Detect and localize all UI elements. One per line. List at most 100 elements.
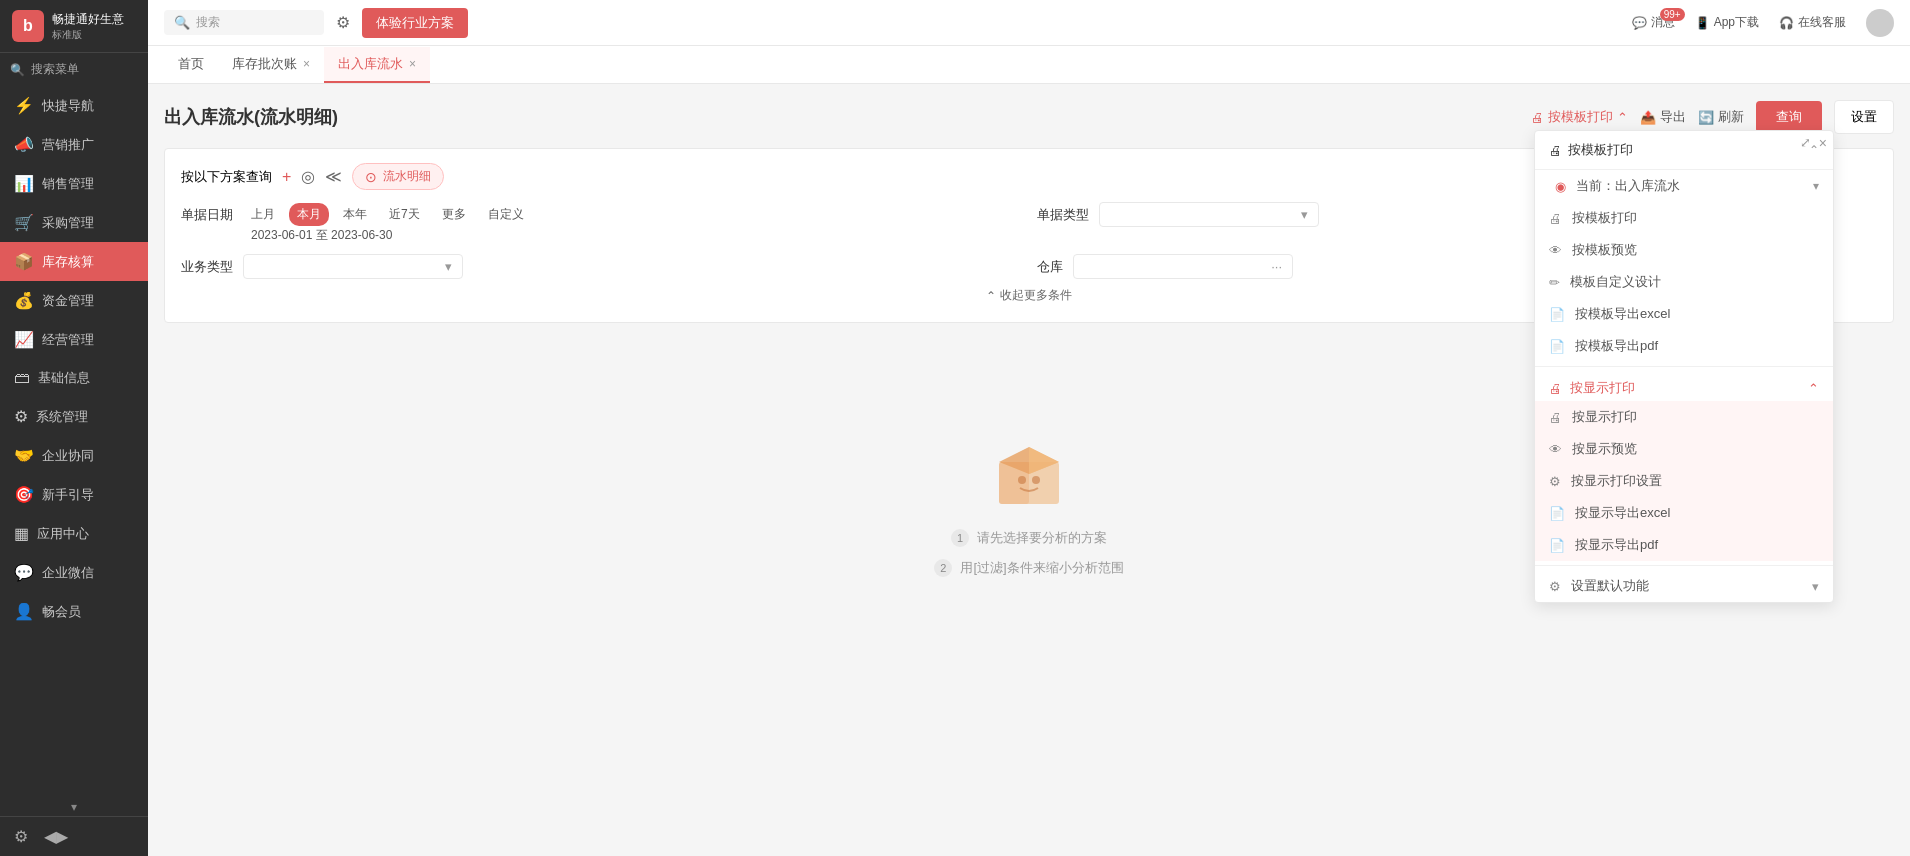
topbar-gear-icon[interactable]: ⚙ (336, 13, 350, 32)
refresh-icon: 🔄 (1698, 110, 1714, 125)
display-settings-label: 按显示打印设置 (1571, 472, 1662, 490)
date-option-current-month[interactable]: 本月 (289, 203, 329, 226)
display-pdf-icon: 📄 (1549, 538, 1565, 553)
print-chevron-up-icon: ⌃ (1617, 110, 1628, 125)
tab-flow[interactable]: 出入库流水 × (324, 47, 430, 83)
sidebar-item-collaboration[interactable]: 🤝 企业协同 (0, 436, 148, 475)
sidebar-item-member[interactable]: 👤 畅会员 (0, 592, 148, 631)
display-preview-item[interactable]: 👁 按显示预览 (1535, 433, 1833, 465)
sidebar-item-inventory[interactable]: 📦 库存核算 (0, 242, 148, 281)
settings-icon[interactable]: ⚙ (14, 827, 28, 846)
empty-box-svg (984, 422, 1074, 512)
sidebar-item-basic-info[interactable]: 🗃 基础信息 (0, 359, 148, 397)
sidebar-item-label: 营销推广 (42, 136, 94, 154)
sidebar-item-label: 基础信息 (38, 369, 90, 387)
sidebar-item-wechat[interactable]: 💬 企业微信 (0, 553, 148, 592)
topbar-message[interactable]: 💬 消息 99+ (1632, 14, 1675, 31)
sidebar-item-finance[interactable]: 💰 资金管理 (0, 281, 148, 320)
sidebar-scroll-down[interactable]: ▾ (0, 798, 148, 816)
date-selector: 上月 本月 本年 近7天 更多 自定义 (243, 203, 532, 226)
set-default-item[interactable]: ⚙ 设置默认功能 ▾ (1535, 570, 1833, 602)
page-title: 出入库流水(流水明细) (164, 105, 338, 129)
sidebar-item-shortcuts[interactable]: ⚡ 快捷导航 (0, 86, 148, 125)
dropdown-template-title-text: 按模板打印 (1568, 141, 1633, 159)
message-badge: 99+ (1660, 8, 1685, 21)
display-excel-icon: 📄 (1549, 506, 1565, 521)
industry-btn[interactable]: 体验行业方案 (362, 8, 468, 38)
filter-tag-label: 流水明细 (383, 168, 431, 185)
template-print-item[interactable]: 🖨 按模板打印 (1535, 202, 1833, 234)
date-option-7days[interactable]: 近7天 (381, 203, 428, 226)
refresh-label: 刷新 (1718, 108, 1744, 126)
empty-step-1: 1 请先选择要分析的方案 (951, 529, 1107, 547)
display-print-item[interactable]: 🖨 按显示打印 (1535, 401, 1833, 433)
step-2-number: 2 (934, 559, 952, 577)
refresh-button[interactable]: 🔄 刷新 (1698, 108, 1744, 126)
sidebar-item-beginner[interactable]: 🎯 新手引导 (0, 475, 148, 514)
sidebar-item-system[interactable]: ⚙ 系统管理 (0, 397, 148, 436)
sidebar-item-purchase[interactable]: 🛒 采购管理 (0, 203, 148, 242)
query-button[interactable]: 查询 (1756, 101, 1822, 133)
template-preview-item[interactable]: 👁 按模板预览 (1535, 234, 1833, 266)
display-settings-item[interactable]: ⚙ 按显示打印设置 (1535, 465, 1833, 497)
settings-button[interactable]: 设置 (1834, 100, 1894, 134)
sidebar-item-operations[interactable]: 📈 经营管理 (0, 320, 148, 359)
print-button[interactable]: 🖨 按模板打印 ⌃ (1531, 108, 1628, 126)
dropdown-template-title: 🖨 按模板打印 (1549, 141, 1633, 159)
filter-doctype-select[interactable]: ▾ (1099, 202, 1319, 227)
dropdown-display-header[interactable]: 🖨 按显示打印 ⌃ (1535, 371, 1833, 401)
filter-business-select[interactable]: ▾ (243, 254, 463, 279)
sidebar-footer: ⚙ ◀▶ (0, 816, 148, 856)
tab-flow-label: 出入库流水 (338, 55, 403, 73)
tab-batch-close-icon[interactable]: × (303, 57, 310, 71)
template-pdf-item[interactable]: 📄 按模板导出pdf (1535, 330, 1833, 362)
topbar: 🔍 搜索 ⚙ 体验行业方案 💬 消息 99+ 📱 App下载 🎧 在线客服 (148, 0, 1910, 46)
tab-flow-close-icon[interactable]: × (409, 57, 416, 71)
filter-warehouse-select[interactable]: ··· (1073, 254, 1293, 279)
topbar-online-service[interactable]: 🎧 在线客服 (1779, 14, 1846, 31)
topbar-search[interactable]: 🔍 搜索 (164, 10, 324, 35)
filter-setting-icon[interactable]: ◎ (301, 167, 315, 186)
online-service-label: 在线客服 (1798, 14, 1846, 31)
tab-batch-account[interactable]: 库存批次账 × (218, 47, 324, 83)
date-option-current-year[interactable]: 本年 (335, 203, 375, 226)
display-excel-item[interactable]: 📄 按显示导出excel (1535, 497, 1833, 529)
warehouse-more-icon: ··· (1271, 259, 1282, 274)
date-range-text: 2023-06-01 至 2023-06-30 (251, 228, 392, 242)
filter-add-icon[interactable]: + (282, 168, 291, 186)
system-icon: ⚙ (14, 407, 28, 426)
sidebar-search[interactable]: 🔍 搜索菜单 (0, 53, 148, 86)
sidebar-item-app-center[interactable]: ▦ 应用中心 (0, 514, 148, 553)
app-download-icon: 📱 (1695, 16, 1710, 30)
filter-doctype-label: 单据类型 (1037, 206, 1089, 224)
export-label: 导出 (1660, 108, 1686, 126)
user-avatar[interactable] (1866, 9, 1894, 37)
sidebar: b 畅捷通好生意 标准版 🔍 搜索菜单 ⚡ 快捷导航 📣 营销推广 📊 销售管理… (0, 0, 148, 856)
template-excel-item[interactable]: 📄 按模板导出excel (1535, 298, 1833, 330)
tabs-bar: 首页 库存批次账 × 出入库流水 × (148, 46, 1910, 84)
current-template-item[interactable]: ◉ 当前：出入库流水 ▾ (1535, 170, 1833, 202)
date-option-custom[interactable]: 自定义 (480, 203, 532, 226)
export-button[interactable]: 📤 导出 (1640, 108, 1686, 126)
sidebar-item-marketing[interactable]: 📣 营销推广 (0, 125, 148, 164)
filter-tag[interactable]: ⊙ 流水明细 (352, 163, 444, 190)
template-design-icon: ✏ (1549, 275, 1560, 290)
panel-expand-icon[interactable]: ⤢ (1800, 135, 1811, 151)
date-option-last-month[interactable]: 上月 (243, 203, 283, 226)
sidebar-item-sales[interactable]: 📊 销售管理 (0, 164, 148, 203)
current-template-arrow: ▾ (1813, 179, 1819, 193)
tab-home[interactable]: 首页 (164, 47, 218, 83)
step-1-text: 请先选择要分析的方案 (977, 529, 1107, 547)
app-name-block: 畅捷通好生意 标准版 (52, 11, 124, 42)
template-print-label: 按模板打印 (1572, 209, 1637, 227)
filter-collapse-icon[interactable]: ≪ (325, 167, 342, 186)
panel-close-icon[interactable]: × (1819, 135, 1827, 151)
current-template-label: 当前：出入库流水 (1576, 177, 1680, 195)
collapse-sidebar-icon[interactable]: ◀▶ (44, 827, 68, 846)
date-option-more[interactable]: 更多 (434, 203, 474, 226)
display-pdf-item[interactable]: 📄 按显示导出pdf (1535, 529, 1833, 561)
content-area: 出入库流水(流水明细) 🖨 按模板打印 ⌃ 📤 导出 🔄 刷新 (148, 84, 1910, 856)
template-design-item[interactable]: ✏ 模板自定义设计 (1535, 266, 1833, 298)
dropdown-divider (1535, 366, 1833, 367)
topbar-app-download[interactable]: 📱 App下载 (1695, 14, 1759, 31)
